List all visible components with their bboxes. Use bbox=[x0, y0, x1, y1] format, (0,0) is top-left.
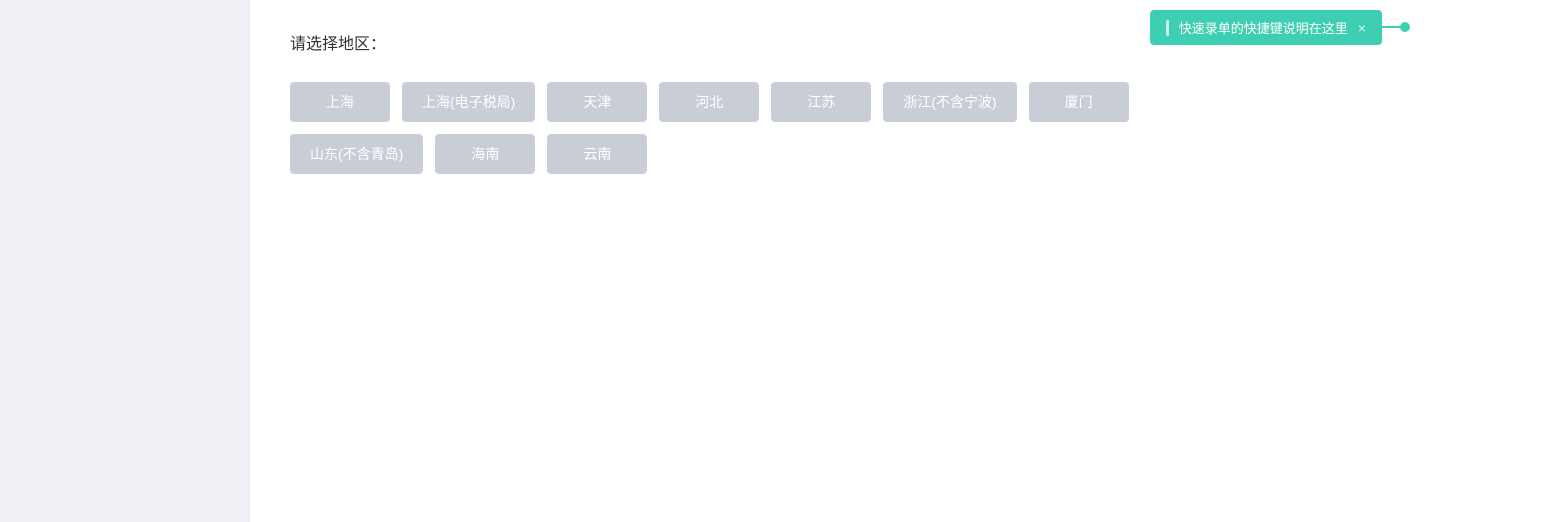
region-buttons-container: 上海上海(电子税局) 天津河北江苏浙江(不含宁波) 厦门 山东(不含青岛) 海南云南 bbox=[290, 82, 1522, 174]
region-btn-jiangsu[interactable]: 江苏 bbox=[771, 82, 871, 122]
tooltip-connector bbox=[1380, 22, 1410, 32]
tooltip-left-bar bbox=[1166, 20, 1169, 36]
region-btn-xiamen[interactable]: 厦门 bbox=[1029, 82, 1129, 122]
tooltip-banner: 快速录单的快捷键说明在这里 × bbox=[1150, 10, 1382, 45]
main-content: 请选择地区： 上海上海(电子税局)天津河北江苏浙江(不含宁波)厦门 山东(不含青… bbox=[250, 0, 1562, 522]
region-btn-zhejiang[interactable]: 浙江(不含宁波) bbox=[883, 82, 1016, 122]
region-row-1: 上海上海(电子税局) 天津河北江苏浙江(不含宁波) 厦门 bbox=[290, 82, 1522, 122]
region-btn-shandong[interactable]: 山东(不含青岛) bbox=[290, 134, 423, 174]
connector-dot bbox=[1400, 22, 1410, 32]
region-btn-tianjin[interactable]: 天津 bbox=[547, 82, 647, 122]
region-btn-hainan[interactable]: 海南 bbox=[435, 134, 535, 174]
region-btn-hebei[interactable]: 河北 bbox=[659, 82, 759, 122]
region-btn-shanghai[interactable]: 上海 bbox=[290, 82, 390, 122]
region-btn-yunnan[interactable]: 云南 bbox=[547, 134, 647, 174]
region-btn-shanghai-etax[interactable]: 上海(电子税局) bbox=[402, 82, 535, 122]
connector-line bbox=[1380, 26, 1400, 28]
tooltip-close-button[interactable]: × bbox=[1358, 20, 1366, 36]
tooltip-label: 快速录单的快捷键说明在这里 bbox=[1179, 18, 1348, 37]
region-row-2: 山东(不含青岛) 海南云南 bbox=[290, 134, 1522, 174]
left-sidebar bbox=[0, 0, 250, 522]
